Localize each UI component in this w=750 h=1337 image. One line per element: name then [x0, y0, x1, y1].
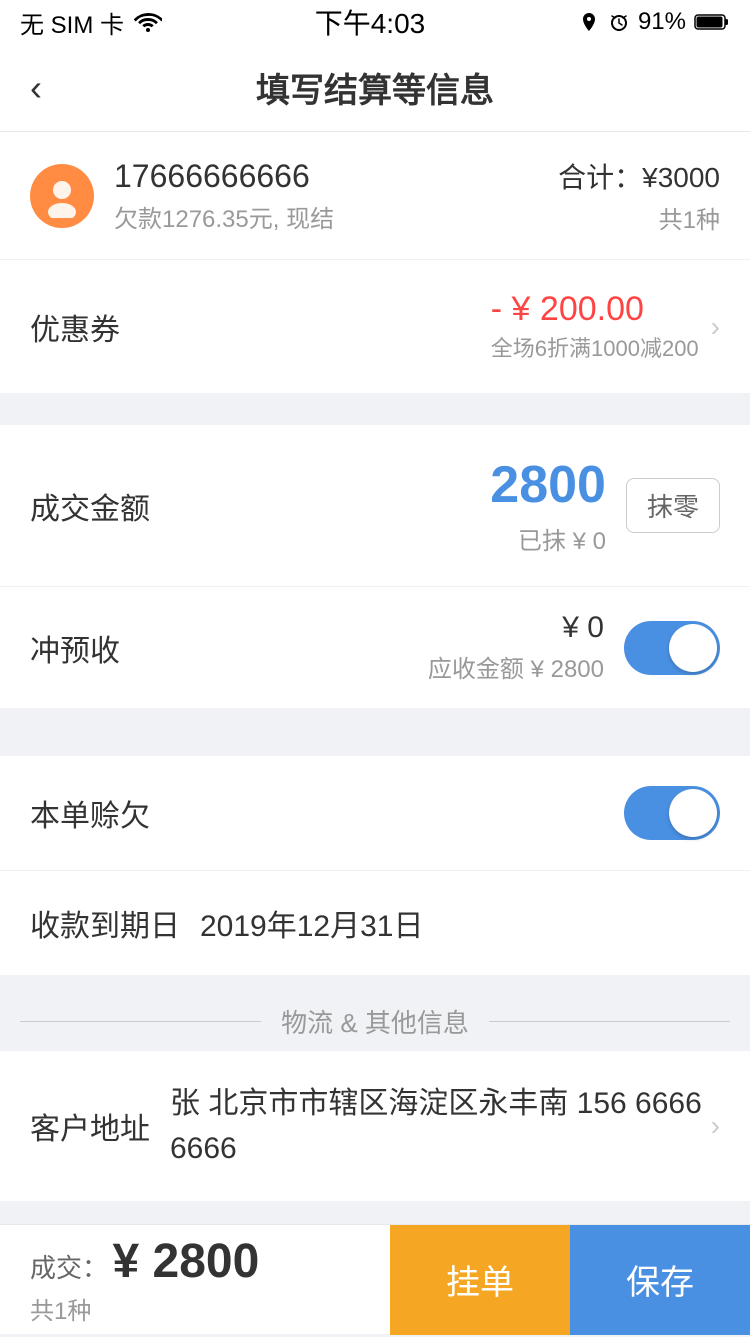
- duedate-row: 收款到期日 2019年12月31日: [0, 870, 750, 975]
- customer-section: 17666666666 欠款1276.35元, 现结 合计：¥3000 共1种 …: [0, 132, 750, 393]
- debt-section: 本单赊欠 收款到期日 2019年12月31日: [0, 756, 750, 975]
- address-label: 客户地址: [30, 1104, 150, 1148]
- avatar-icon: [40, 174, 84, 218]
- precollect-right: ¥ 0 应收金额 ¥ 2800: [428, 611, 720, 684]
- logistics-divider: 物流 & 其他信息: [0, 991, 750, 1051]
- customer-info: 17666666666 欠款1276.35元, 现结: [114, 158, 334, 234]
- toggle-knob: [669, 624, 717, 672]
- status-bar: 无 SIM 卡 下午4:03 91%: [0, 0, 750, 44]
- battery-icon: [694, 13, 730, 31]
- logistics-text: 物流 & 其他信息: [281, 1003, 469, 1040]
- wifi-icon: [134, 12, 162, 32]
- customer-desc: 欠款1276.35元, 现结: [114, 199, 334, 234]
- amount-sub: 已抹 ¥ 0: [490, 521, 606, 556]
- duedate-value: 2019年12月31日: [200, 901, 423, 945]
- save-button[interactable]: 保存: [570, 1225, 750, 1335]
- status-left: 无 SIM 卡: [20, 5, 162, 40]
- address-value: 张 北京市市辖区海淀区永丰南 156 6666 6666: [170, 1081, 711, 1171]
- separator-1: [0, 409, 750, 425]
- amount-value-container: 2800 已抹 ¥ 0: [490, 455, 606, 556]
- address-section: 客户地址 张 北京市市辖区海淀区永丰南 156 6666 6666 ›: [0, 1051, 750, 1201]
- precollect-amount: ¥ 0: [428, 611, 604, 645]
- amount-label: 成交金额: [30, 484, 150, 528]
- round-button[interactable]: 抹零: [626, 478, 720, 533]
- bottom-deal-price: ¥ 2800: [112, 1235, 259, 1288]
- debt-row: 本单赊欠: [0, 756, 750, 870]
- amount-row-container: 成交金额 2800 已抹 ¥ 0 抹零: [0, 425, 750, 586]
- precollect-values: ¥ 0 应收金额 ¥ 2800: [428, 611, 604, 684]
- address-row[interactable]: 客户地址 张 北京市市辖区海淀区永丰南 156 6666 6666 ›: [0, 1051, 750, 1201]
- customer-row: 17666666666 欠款1276.35元, 现结 合计：¥3000 共1种: [0, 132, 750, 259]
- amount-row: 成交金额 2800 已抹 ¥ 0 抹零: [30, 455, 720, 556]
- customer-phone: 17666666666: [114, 158, 334, 195]
- precollect-toggle[interactable]: [624, 621, 720, 675]
- total-label: 合计：: [558, 162, 642, 193]
- alarm-icon: [608, 11, 630, 33]
- bottom-deal-line: 成交： ¥ 2800: [30, 1234, 360, 1289]
- precollect-row: 冲预收 ¥ 0 应收金额 ¥ 2800: [0, 586, 750, 708]
- debt-toggle[interactable]: [624, 786, 720, 840]
- customer-left: 17666666666 欠款1276.35元, 现结: [30, 158, 334, 234]
- debt-label: 本单赊欠: [30, 791, 150, 835]
- separator-2: [0, 724, 750, 740]
- coupon-right: - ¥ 200.00 全场6折满1000减200 ›: [491, 290, 720, 363]
- status-time: 下午4:03: [315, 2, 426, 42]
- page-title: 填写结算等信息: [256, 63, 494, 112]
- nav-bar: ‹ 填写结算等信息: [0, 44, 750, 132]
- coupon-desc: 全场6折满1000减200: [491, 331, 699, 363]
- status-right: 91%: [578, 8, 730, 36]
- precollect-label: 冲预收: [30, 626, 120, 670]
- total-amount: 合计：¥3000: [558, 156, 720, 196]
- bottom-summary: 成交： ¥ 2800 共1种: [0, 1234, 390, 1326]
- coupon-label: 优惠券: [30, 305, 120, 349]
- duedate-label: 收款到期日: [30, 901, 180, 945]
- no-sim-text: 无 SIM 卡: [20, 5, 124, 40]
- avatar: [30, 164, 94, 228]
- location-icon: [578, 11, 600, 33]
- bottom-deal-label: 成交：: [30, 1253, 108, 1283]
- bottom-bar: 成交： ¥ 2800 共1种 挂单 保存: [0, 1224, 750, 1334]
- amount-section: 成交金额 2800 已抹 ¥ 0 抹零 冲预收 ¥ 0 应收金额 ¥ 2800: [0, 425, 750, 708]
- battery-text: 91%: [638, 8, 686, 36]
- total-value: ¥3000: [642, 162, 720, 193]
- precollect-desc: 应收金额 ¥ 2800: [428, 649, 604, 684]
- hold-button[interactable]: 挂单: [390, 1225, 570, 1335]
- chevron-right-icon: ›: [711, 311, 720, 343]
- deal-amount-value: 2800: [490, 455, 606, 515]
- coupon-row[interactable]: 优惠券 - ¥ 200.00 全场6折满1000减200 ›: [0, 259, 750, 393]
- coupon-discount: - ¥ 200.00: [491, 290, 699, 329]
- debt-toggle-knob: [669, 789, 717, 837]
- total-count: 共1种: [558, 200, 720, 235]
- coupon-info: - ¥ 200.00 全场6折满1000减200: [491, 290, 699, 363]
- back-button[interactable]: ‹: [30, 67, 42, 109]
- main-content: 17666666666 欠款1276.35元, 现结 合计：¥3000 共1种 …: [0, 132, 750, 1337]
- customer-right: 合计：¥3000 共1种: [558, 156, 720, 235]
- amount-right: 2800 已抹 ¥ 0 抹零: [490, 455, 720, 556]
- bottom-deal-count: 共1种: [30, 1291, 360, 1326]
- address-chevron-icon: ›: [711, 1110, 720, 1142]
